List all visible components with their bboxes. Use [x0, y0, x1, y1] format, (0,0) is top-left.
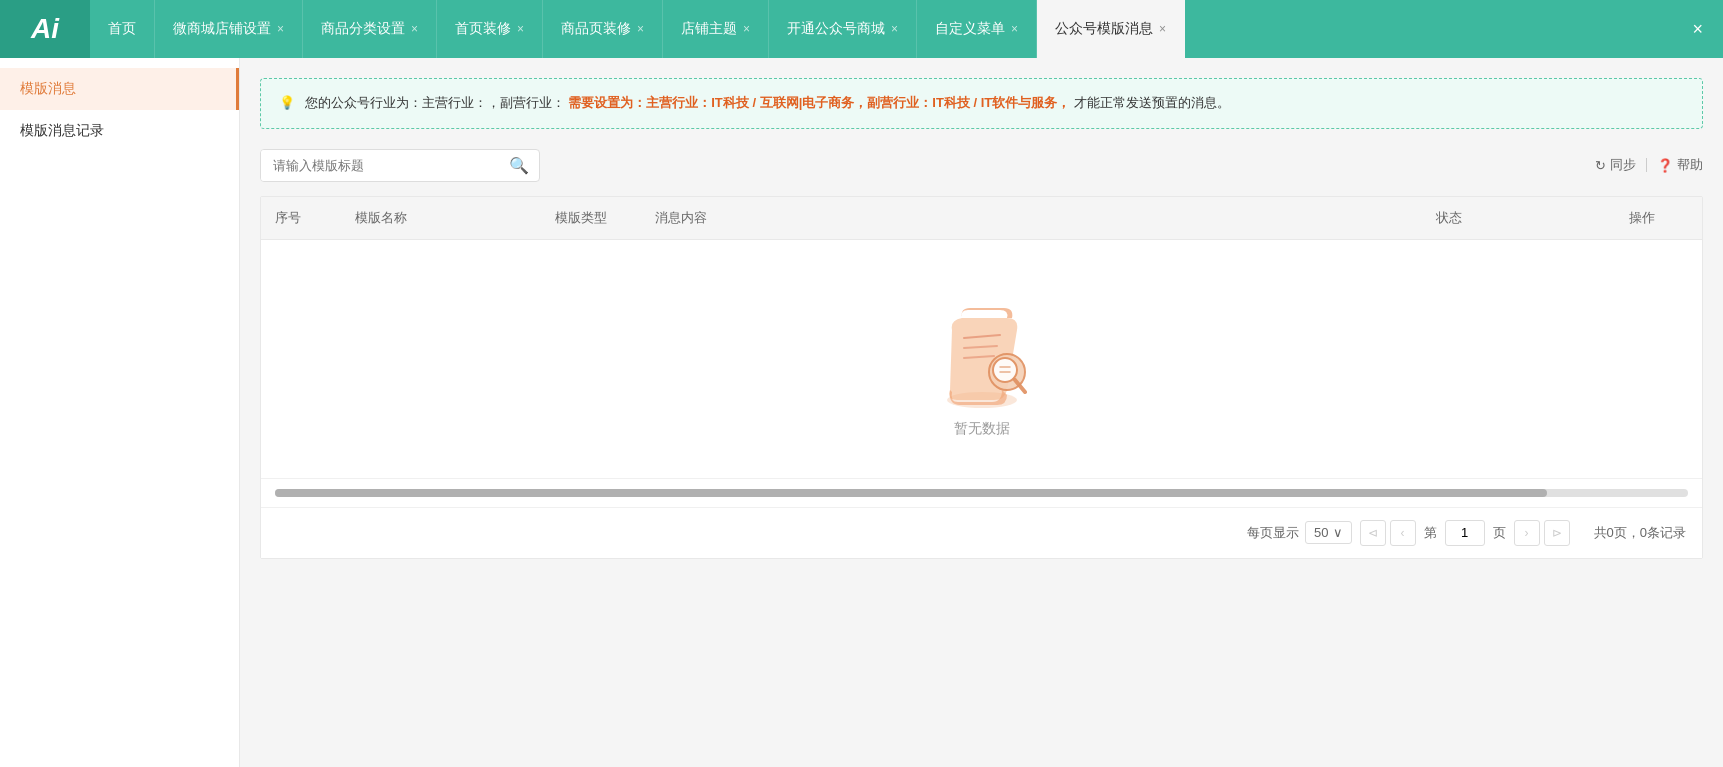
empty-illustration [922, 300, 1042, 420]
tab-close-button[interactable]: × [277, 22, 284, 36]
scroll-thumb[interactable] [275, 489, 1547, 497]
notice-banner: 💡 您的公众号行业为：主营行业：，副营行业： 需要设置为：主营行业：IT科技 /… [260, 78, 1703, 129]
page-size-label: 每页显示 [1247, 524, 1299, 542]
pagination: 每页显示 50 ∨ ⊲ ‹ 第 页 › ⊳ 共0页，0条记录 [261, 507, 1702, 558]
bulb-icon: 💡 [279, 95, 295, 110]
empty-text: 暂无数据 [954, 420, 1010, 438]
page-number-input[interactable] [1445, 520, 1485, 546]
scroll-track[interactable] [275, 489, 1688, 497]
col-header-type: 模版类型 [541, 197, 641, 239]
tab-close-button[interactable]: × [411, 22, 418, 36]
logo-text: Ai [31, 13, 59, 45]
nav-tab[interactable]: 商品分类设置× [303, 0, 437, 58]
sync-help-area: ↻ 同步 ❓ 帮助 [1595, 156, 1703, 174]
col-header-status: 状态 [1422, 197, 1582, 239]
prev-page-button[interactable]: ‹ [1390, 520, 1416, 546]
logo: Ai [0, 0, 90, 58]
page-size-dropdown[interactable]: 50 ∨ [1305, 521, 1351, 544]
col-header-action: 操作 [1582, 197, 1702, 239]
nav-tab[interactable]: 公众号模版消息× [1037, 0, 1185, 58]
table-header: 序号 模版名称 模版类型 消息内容 状态 操作 [261, 197, 1702, 240]
sync-label: 同步 [1610, 156, 1636, 174]
notice-suffix: 才能正常发送预置的消息。 [1074, 95, 1230, 110]
notice-highlight: 需要设置为：主营行业：IT科技 / 互联网|电子商务，副营行业：IT科技 / I… [568, 95, 1070, 110]
notice-prefix: 您的公众号行业为：主营行业：，副营行业： [305, 95, 565, 110]
chevron-down-icon: ∨ [1333, 525, 1343, 540]
last-page-button[interactable]: ⊳ [1544, 520, 1570, 546]
search-bar: 🔍 ↻ 同步 ❓ 帮助 [260, 149, 1703, 182]
first-page-button[interactable]: ⊲ [1360, 520, 1386, 546]
close-all-tabs-button[interactable]: × [1672, 19, 1723, 40]
divider [1646, 158, 1647, 172]
tab-close-button[interactable]: × [1011, 22, 1018, 36]
nav-tab[interactable]: 自定义菜单× [917, 0, 1037, 58]
nav-tab[interactable]: 首页装修× [437, 0, 543, 58]
col-header-content: 消息内容 [641, 197, 1422, 239]
nav-tab[interactable]: 店铺主题× [663, 0, 769, 58]
col-header-name: 模版名称 [341, 197, 541, 239]
page-label: 第 [1424, 524, 1437, 542]
refresh-icon: ↻ [1595, 158, 1606, 173]
tab-close-button[interactable]: × [891, 22, 898, 36]
page-size-value: 50 [1314, 525, 1328, 540]
nav-tab[interactable]: 商品页装修× [543, 0, 663, 58]
data-table: 序号 模版名称 模版类型 消息内容 状态 操作 [260, 196, 1703, 559]
sidebar-item[interactable]: 模版消息记录 [0, 110, 239, 152]
nav-tab[interactable]: 首页 [90, 0, 155, 58]
nav-tab[interactable]: 微商城店铺设置× [155, 0, 303, 58]
sidebar-item[interactable]: 模版消息 [0, 68, 239, 110]
next-page-button[interactable]: › [1514, 520, 1540, 546]
help-label: 帮助 [1677, 156, 1703, 174]
top-navigation: Ai 首页微商城店铺设置×商品分类设置×首页装修×商品页装修×店铺主题×开通公众… [0, 0, 1723, 58]
sidebar: 模版消息模版消息记录 [0, 58, 240, 767]
empty-state: 暂无数据 [261, 240, 1702, 478]
tab-close-button[interactable]: × [517, 22, 524, 36]
tab-close-button[interactable]: × [743, 22, 750, 36]
page-unit: 页 [1493, 524, 1506, 542]
nav-tab[interactable]: 开通公众号商城× [769, 0, 917, 58]
scroll-bar-area[interactable] [261, 478, 1702, 507]
page-nav: ⊲ ‹ 第 页 › ⊳ [1360, 520, 1570, 546]
tab-close-button[interactable]: × [1159, 22, 1166, 36]
page-size-select: 每页显示 50 ∨ [1247, 521, 1351, 544]
svg-point-5 [993, 358, 1017, 382]
help-icon: ❓ [1657, 158, 1673, 173]
search-input[interactable] [261, 150, 499, 181]
help-button[interactable]: ❓ 帮助 [1657, 156, 1703, 174]
main-layout: 模版消息模版消息记录 💡 您的公众号行业为：主营行业：，副营行业： 需要设置为：… [0, 58, 1723, 767]
page-total: 共0页，0条记录 [1594, 524, 1686, 542]
nav-tabs: 首页微商城店铺设置×商品分类设置×首页装修×商品页装修×店铺主题×开通公众号商城… [90, 0, 1672, 58]
col-header-seq: 序号 [261, 197, 341, 239]
search-input-wrap[interactable]: 🔍 [260, 149, 540, 182]
sync-button[interactable]: ↻ 同步 [1595, 156, 1636, 174]
search-button[interactable]: 🔍 [499, 156, 539, 175]
content-area: 💡 您的公众号行业为：主营行业：，副营行业： 需要设置为：主营行业：IT科技 /… [240, 58, 1723, 767]
tab-close-button[interactable]: × [637, 22, 644, 36]
